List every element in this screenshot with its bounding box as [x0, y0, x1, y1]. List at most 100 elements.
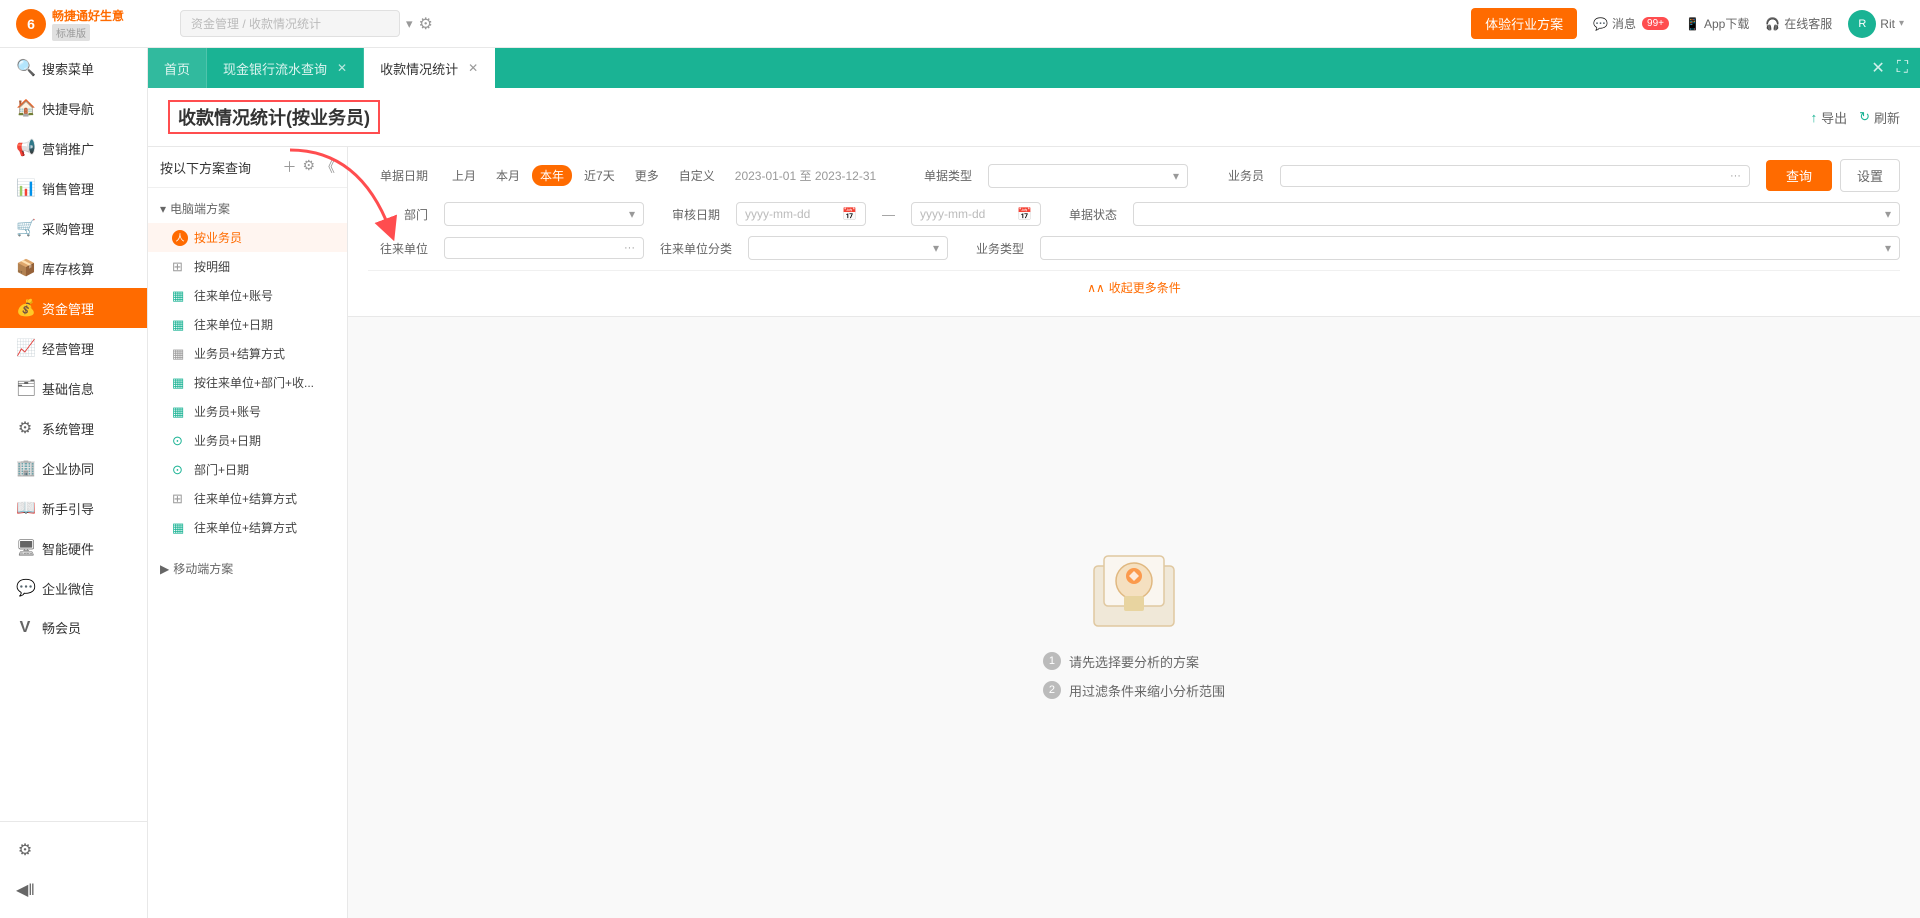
plan-item-salesperson-account[interactable]: ▦ 业务员+账号 [148, 397, 347, 426]
sidebar-item-hardware[interactable]: 🖥 智能硬件 [0, 528, 147, 568]
message-item[interactable]: 💬 消息 99+ [1593, 15, 1669, 32]
purchase-icon: 🛒 [16, 218, 34, 238]
date-tab-more[interactable]: 更多 [627, 165, 667, 186]
date-tab-7days[interactable]: 近7天 [576, 165, 623, 186]
guide-icon: 📖 [16, 498, 34, 518]
review-date-from[interactable]: yyyy-mm-dd 📅 [736, 202, 866, 226]
user-area[interactable]: R Rit ▾ [1848, 10, 1904, 38]
dept-select[interactable]: ▾ [444, 202, 644, 226]
sidebar-item-quicknav[interactable]: 🏠 快捷导航 [0, 88, 147, 128]
maximize-window-icon[interactable]: ⛶ [1897, 59, 1908, 77]
logo-icon: 6 [16, 9, 46, 39]
date-tab-thisyear[interactable]: 本年 [532, 165, 572, 186]
tab-cashflow[interactable]: 现金银行流水查询 ✕ [207, 48, 364, 88]
sidebar-item-search[interactable]: 🔍 搜索菜单 [0, 48, 147, 88]
hardware-icon: 🖥 [16, 538, 34, 558]
message-icon: 💬 [1593, 17, 1608, 31]
clock1-icon: ⊙ [172, 433, 188, 449]
sidebar-item-sales[interactable]: 📊 销售管理 [0, 168, 147, 208]
date-tab-lastmonth[interactable]: 上月 [444, 165, 484, 186]
mobile-section-label[interactable]: ▶ 移动端方案 [148, 554, 347, 583]
plan-item-salesperson-date[interactable]: ⊙ 业务员+日期 [148, 426, 347, 455]
sidebar-settings[interactable]: ⚙ [0, 830, 147, 870]
date-range-display: 2023-01-01 至 2023-12-31 [735, 167, 876, 184]
collapse-bar[interactable]: ∧∧ 收起更多条件 [368, 270, 1900, 304]
plan-item-salesperson[interactable]: 人 按业务员 [148, 223, 347, 252]
salesperson-more-icon[interactable]: ··· [1730, 170, 1741, 182]
content-area: 按以下方案查询 ＋ ⚙ 《 ▾ 电脑端方案 [148, 147, 1920, 918]
chevron-down-icon[interactable]: ▾ [406, 16, 413, 32]
plan-item-partner-dept[interactable]: ▦ 按往来单位+部门+收... [148, 368, 347, 397]
close-window-icon[interactable]: ✕ [1871, 58, 1884, 78]
plan-item-dept-date[interactable]: ⊙ 部门+日期 [148, 455, 347, 484]
query-button[interactable]: 查询 [1766, 160, 1832, 191]
sidebar-item-guide[interactable]: 📖 新手引导 [0, 488, 147, 528]
panel-header: 按以下方案查询 ＋ ⚙ 《 [148, 147, 347, 188]
plan-settings-button[interactable]: ⚙ [302, 157, 315, 177]
plan-item-partner-settlement2[interactable]: ▦ 往来单位+结算方式 [148, 513, 347, 542]
date-tab-thismonth[interactable]: 本月 [488, 165, 528, 186]
main-content: 首页 现金银行流水查询 ✕ 收款情况统计 ✕ ✕ ⛶ 收款情况统计(按业务员) … [148, 48, 1920, 918]
export-icon: ↑ [1811, 110, 1818, 125]
desktop-section: ▾ 电脑端方案 人 按业务员 ⊞ 按明细 ▦ [148, 188, 347, 548]
tab-home[interactable]: 首页 [148, 48, 207, 88]
export-button[interactable]: ↑ 导出 [1811, 108, 1848, 127]
set-button[interactable]: 设置 [1840, 159, 1900, 192]
plan-item-detail[interactable]: ⊞ 按明细 [148, 252, 347, 281]
mobile-section: ▶ 移动端方案 [148, 548, 347, 589]
date-tab-custom[interactable]: 自定义 [671, 165, 723, 186]
detail-icon: ⊞ [172, 259, 188, 275]
plan-item-partner-date[interactable]: ▦ 往来单位+日期 [148, 310, 347, 339]
tab-collections-close[interactable]: ✕ [468, 61, 478, 75]
plan-item-partner-settlement1[interactable]: ⊞ 往来单位+结算方式 [148, 484, 347, 513]
desktop-section-label[interactable]: ▾ 电脑端方案 [148, 194, 347, 223]
online-service-item[interactable]: 🎧 在线客服 [1765, 15, 1832, 32]
sidebar-item-inventory[interactable]: 📦 库存核算 [0, 248, 147, 288]
trial-button[interactable]: 体验行业方案 [1471, 8, 1577, 39]
sidebar-item-purchase[interactable]: 🛒 采购管理 [0, 208, 147, 248]
tab-collections[interactable]: 收款情况统计 ✕ [364, 48, 495, 88]
sidebar-item-member[interactable]: V 畅会员 [0, 608, 147, 647]
partner-category-label: 往来单位分类 [660, 240, 732, 257]
sidebar-bottom: ⚙ ◀‖ [0, 821, 147, 918]
type-select[interactable]: ▾ [988, 164, 1188, 188]
marketing-icon: 📢 [16, 138, 34, 158]
sidebar-item-basic[interactable]: 🗂 基础信息 [0, 368, 147, 408]
sidebar-collapse[interactable]: ◀‖ [0, 870, 147, 910]
tab-cashflow-close[interactable]: ✕ [337, 61, 347, 75]
basic-icon: 🗂 [16, 378, 34, 398]
sidebar-item-marketing[interactable]: 📢 营销推广 [0, 128, 147, 168]
operations-icon: 📈 [16, 338, 34, 358]
plan-item-partner-account[interactable]: ▦ 往来单位+账号 [148, 281, 347, 310]
tab-bar: 首页 现金银行流水查询 ✕ 收款情况统计 ✕ ✕ ⛶ [148, 48, 1920, 88]
collapse-panel-button[interactable]: 《 [321, 157, 335, 177]
sidebar-item-enterprise[interactable]: 🏢 企业协同 [0, 448, 147, 488]
partner-more-icon[interactable]: ··· [624, 242, 635, 254]
partner-select[interactable]: ··· [444, 237, 644, 259]
filter-actions: 查询 设置 [1766, 159, 1900, 192]
biz-type-select[interactable]: ▾ [1040, 236, 1900, 260]
type-dropdown-icon: ▾ [1173, 169, 1179, 183]
page-header-actions: ↑ 导出 ↻ 刷新 [1811, 108, 1900, 127]
date-filter-control: 上月 本月 本年 近7天 更多 自定义 2023-01-01 至 2023-12… [444, 165, 896, 186]
top-search-box[interactable]: 资金管理 / 收款情况统计 [180, 10, 400, 37]
logo-text: 畅捷通好生意 [52, 7, 124, 24]
sidebar: 🔍 搜索菜单 🏠 快捷导航 📢 营销推广 📊 销售管理 🛒 采购管理 📦 库存核… [0, 48, 148, 918]
partner-category-select[interactable]: ▾ [748, 236, 948, 260]
sidebar-item-finance[interactable]: 💰 资金管理 [0, 288, 147, 328]
plan-item-salesperson-settlement[interactable]: ▦ 业务员+结算方式 [148, 339, 347, 368]
date-label: 单据日期 [368, 167, 428, 184]
status-select[interactable]: ▾ [1133, 202, 1900, 226]
status-dropdown-icon: ▾ [1885, 207, 1891, 221]
salesperson-select[interactable]: ··· [1280, 165, 1750, 187]
settings-icon[interactable]: ⚙ [419, 14, 433, 34]
app-download-item[interactable]: 📱 App下载 [1685, 15, 1749, 32]
add-plan-button[interactable]: ＋ [282, 157, 296, 177]
calendar-to-icon: 📅 [1017, 207, 1032, 221]
finance-icon: 💰 [16, 298, 34, 318]
review-date-to[interactable]: yyyy-mm-dd 📅 [911, 202, 1041, 226]
sidebar-item-operations[interactable]: 📈 经营管理 [0, 328, 147, 368]
refresh-button[interactable]: ↻ 刷新 [1859, 108, 1900, 127]
sidebar-item-weixin[interactable]: 💬 企业微信 [0, 568, 147, 608]
sidebar-item-system[interactable]: ⚙ 系统管理 [0, 408, 147, 448]
